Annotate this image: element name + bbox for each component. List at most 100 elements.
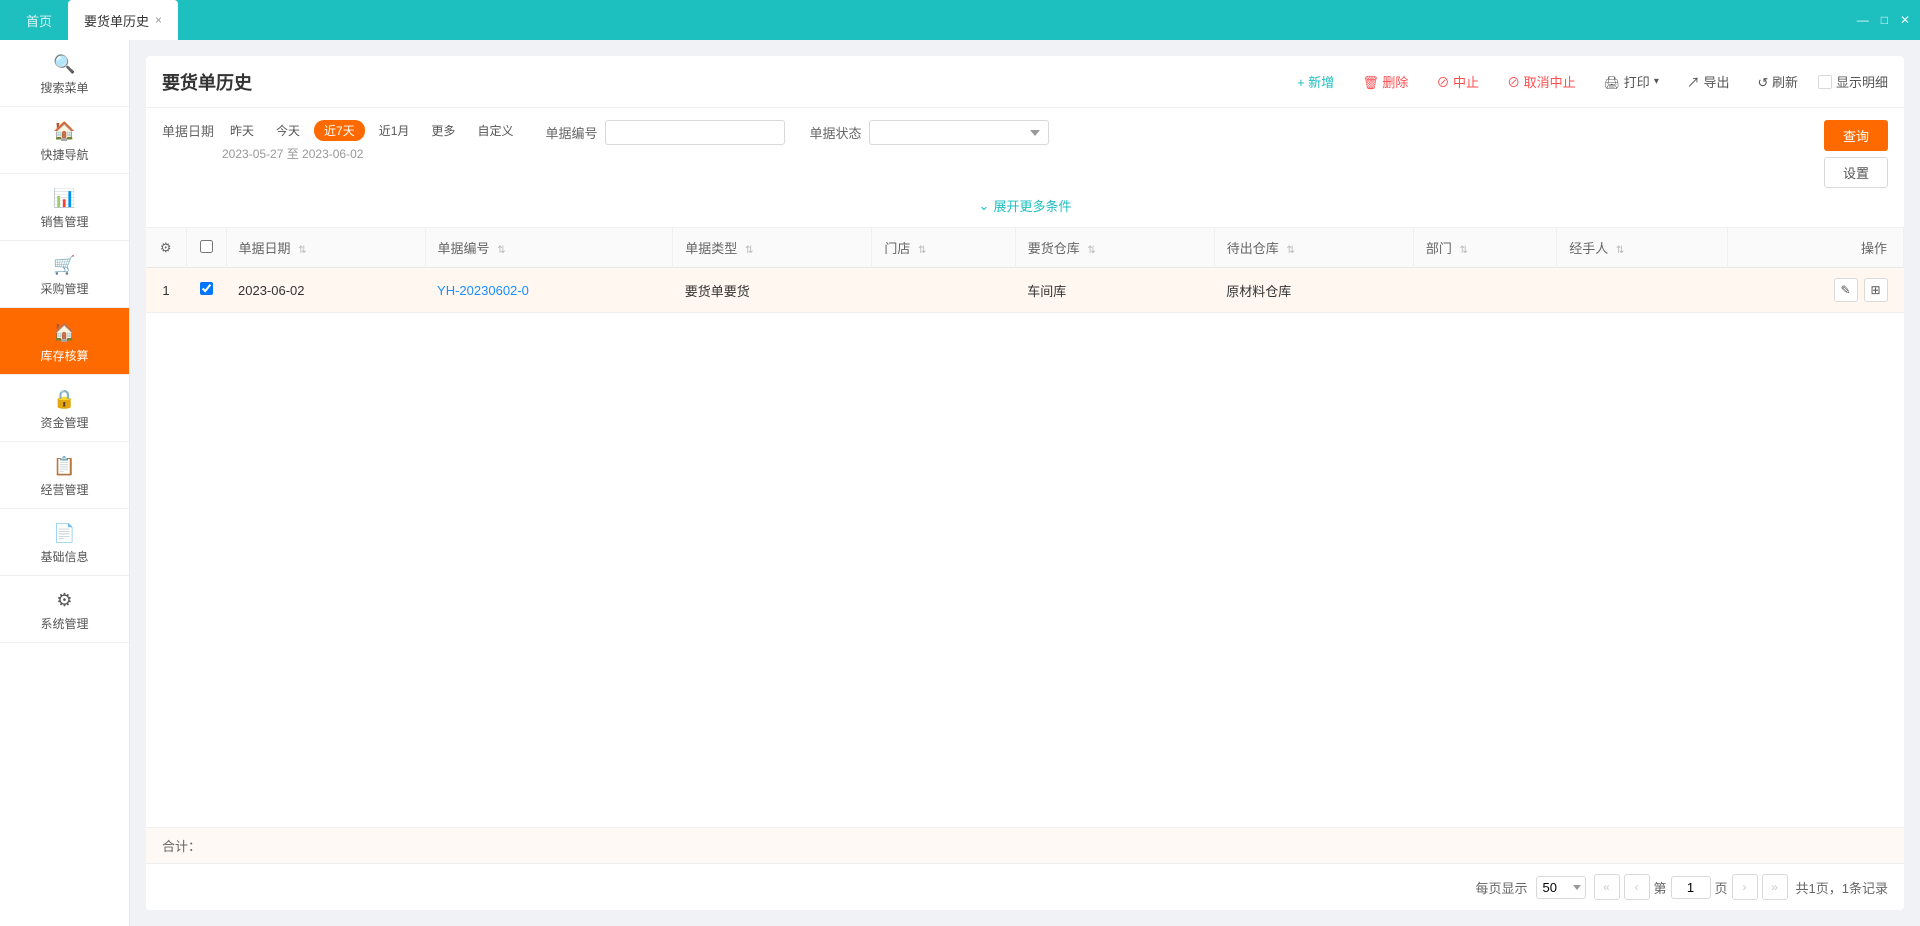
filter-settings-button[interactable]: 设置 <box>1824 157 1888 188</box>
print-button[interactable]: 🖨 打印 ▾ <box>1596 68 1667 95</box>
sidebar-item-basic-info-label: 基础信息 <box>40 548 88 565</box>
doc-status-label: 单据状态 <box>809 123 861 142</box>
sidebar-item-purchase-mgmt[interactable]: 🛒 采购管理 <box>0 241 129 308</box>
refresh-button[interactable]: ↺ 刷新 <box>1749 68 1806 95</box>
table-settings-icon[interactable]: ⚙ <box>160 240 172 255</box>
ops-mgmt-icon: 📋 <box>53 456 75 477</box>
row-edit-button[interactable]: ✎ <box>1834 278 1858 302</box>
cancel-stop-button[interactable]: ⊘ 取消中止 <box>1499 68 1584 95</box>
date-btn-last-month[interactable]: 近1月 <box>371 120 418 141</box>
col-pending-warehouse-label: 待出仓库 <box>1227 241 1279 256</box>
col-department-sort[interactable]: ⇅ <box>1459 245 1467 256</box>
sidebar-item-sales-mgmt[interactable]: 📊 销售管理 <box>0 174 129 241</box>
sidebar-item-quick-nav-label: 快捷导航 <box>40 146 88 163</box>
expand-label: 展开更多条件 <box>993 196 1071 215</box>
sidebar-item-ops-mgmt[interactable]: 📋 经营管理 <box>0 442 129 509</box>
date-filter-label: 单据日期 <box>162 121 214 140</box>
table-row: 1 2023-06-02 YH-20230602-0 要货单要货 车间库 <box>146 268 1904 313</box>
col-doc-number: 单据编号 ⇅ <box>425 228 673 268</box>
col-req-warehouse-label: 要货仓库 <box>1028 241 1080 256</box>
delete-button[interactable]: 🗑 删除 <box>1354 68 1416 95</box>
select-all-checkbox[interactable] <box>200 240 213 253</box>
page-number-input[interactable] <box>1671 876 1711 899</box>
per-page-select[interactable]: 20 50 100 200 <box>1536 876 1586 899</box>
row-doc-number-link[interactable]: YH-20230602-0 <box>437 283 529 298</box>
tab-bar: 首页 要货单历史 × <box>10 0 1857 40</box>
date-btn-more[interactable]: 更多 <box>423 120 463 141</box>
sidebar-item-quick-nav[interactable]: 🏠 快捷导航 <box>0 107 129 174</box>
sidebar-item-search-menu-label: 搜索菜单 <box>40 79 88 96</box>
doc-status-select[interactable] <box>869 120 1049 145</box>
expand-icon: ⌄ <box>979 198 990 214</box>
row-detail-button[interactable]: ⊞ <box>1864 278 1888 302</box>
next-page-btn[interactable]: › <box>1732 874 1758 900</box>
tab-home[interactable]: 首页 <box>10 0 68 40</box>
date-btn-yesterday[interactable]: 昨天 <box>222 120 262 141</box>
table-header: ⚙ 单据日期 ⇅ 单据编号 ⇅ <box>146 228 1904 268</box>
row-checkbox[interactable] <box>200 282 213 295</box>
col-doc-type-sort[interactable]: ⇅ <box>745 245 753 256</box>
date-filter-group: 单据日期 昨天 今天 近7天 近1月 更多 自定义 202 <box>162 120 521 162</box>
print-label: 🖨 打印 <box>1604 72 1650 91</box>
minimize-btn[interactable]: — <box>1857 13 1869 27</box>
col-doc-date-sort[interactable]: ⇅ <box>298 245 306 256</box>
col-doc-type: 单据类型 ⇅ <box>673 228 872 268</box>
col-pending-warehouse-sort[interactable]: ⇅ <box>1286 245 1294 256</box>
col-handler-sort[interactable]: ⇅ <box>1616 245 1624 256</box>
col-department-label: 部门 <box>1426 241 1452 256</box>
page-card: 要货单历史 + 新增 🗑 删除 ⊘ 中止 ⊘ 取消中止 🖨 打印 ▾ ↗ 导出 … <box>146 56 1904 910</box>
date-btn-today[interactable]: 今天 <box>268 120 308 141</box>
maximize-btn[interactable]: □ <box>1881 13 1888 27</box>
expand-filter-button[interactable]: ⌄ 展开更多条件 <box>979 196 1072 215</box>
sidebar: 🔍 搜索菜单 🏠 快捷导航 📊 销售管理 🛒 采购管理 🏠 库存核算 🔒 资金管… <box>0 40 130 926</box>
page-prefix: 第 <box>1654 878 1667 897</box>
sidebar-item-inventory-label: 库存核算 <box>40 347 88 364</box>
col-req-warehouse-sort[interactable]: ⇅ <box>1087 245 1095 256</box>
sidebar-item-search-menu[interactable]: 🔍 搜索菜单 <box>0 40 129 107</box>
query-button[interactable]: 查询 <box>1824 120 1888 151</box>
date-btn-last7days[interactable]: 近7天 <box>314 120 365 141</box>
close-btn[interactable]: ✕ <box>1900 13 1910 27</box>
doc-number-filter-group: 单据编号 <box>545 120 785 145</box>
doc-number-input[interactable] <box>605 120 785 145</box>
date-range-display: 2023-05-27 至 2023-06-02 <box>222 145 521 162</box>
last-page-btn[interactable]: » <box>1762 874 1788 900</box>
sidebar-item-finance-mgmt[interactable]: 🔒 资金管理 <box>0 375 129 442</box>
display-detail-checkbox[interactable] <box>1818 75 1832 89</box>
doc-status-filter-group: 单据状态 <box>809 120 1049 145</box>
table-footer: 合计： <box>146 827 1904 863</box>
search-menu-icon: 🔍 <box>53 54 75 75</box>
col-doc-date-label: 单据日期 <box>239 241 291 256</box>
tab-requisition-history[interactable]: 要货单历史 × <box>68 0 178 40</box>
stop-button[interactable]: ⊘ 中止 <box>1428 68 1487 95</box>
system-mgmt-icon: ⚙ <box>56 590 72 611</box>
first-page-btn[interactable]: « <box>1594 874 1620 900</box>
col-doc-number-sort[interactable]: ⇅ <box>497 245 505 256</box>
date-btn-custom[interactable]: 自定义 <box>469 120 521 141</box>
sidebar-item-basic-info[interactable]: 📄 基础信息 <box>0 509 129 576</box>
sidebar-item-inventory[interactable]: 🏠 库存核算 <box>0 308 129 375</box>
row-doc-date: 2023-06-02 <box>226 268 425 313</box>
row-doc-number: YH-20230602-0 <box>425 268 673 313</box>
date-filters: 昨天 今天 近7天 近1月 更多 自定义 <box>222 120 521 141</box>
add-button[interactable]: + 新增 <box>1289 68 1342 95</box>
table-body: 1 2023-06-02 YH-20230602-0 要货单要货 车间库 <box>146 268 1904 313</box>
col-doc-type-label: 单据类型 <box>685 241 737 256</box>
total-info: 共1页，1条记录 <box>1796 878 1888 897</box>
purchase-mgmt-icon: 🛒 <box>53 255 75 276</box>
export-button[interactable]: ↗ 导出 <box>1679 68 1738 95</box>
sales-mgmt-icon: 📊 <box>53 188 75 209</box>
sidebar-item-system-mgmt[interactable]: ⚙ 系统管理 <box>0 576 129 643</box>
print-dropdown-icon[interactable]: ▾ <box>1654 76 1659 87</box>
col-store-sort[interactable]: ⇅ <box>918 245 926 256</box>
display-detail-toggle[interactable]: 显示明细 <box>1818 72 1888 91</box>
content-area: 要货单历史 + 新增 🗑 删除 ⊘ 中止 ⊘ 取消中止 🖨 打印 ▾ ↗ 导出 … <box>130 40 1920 926</box>
window-controls: — □ ✕ <box>1857 13 1910 27</box>
prev-page-btn[interactable]: ‹ <box>1624 874 1650 900</box>
col-pending-warehouse: 待出仓库 ⇅ <box>1214 228 1413 268</box>
page-title: 要货单历史 <box>162 69 252 95</box>
sidebar-item-purchase-mgmt-label: 采购管理 <box>40 280 88 297</box>
col-doc-number-label: 单据编号 <box>438 241 490 256</box>
pagination-nav: « ‹ 第 页 › » <box>1594 874 1788 900</box>
tab-close-icon[interactable]: × <box>155 13 162 27</box>
